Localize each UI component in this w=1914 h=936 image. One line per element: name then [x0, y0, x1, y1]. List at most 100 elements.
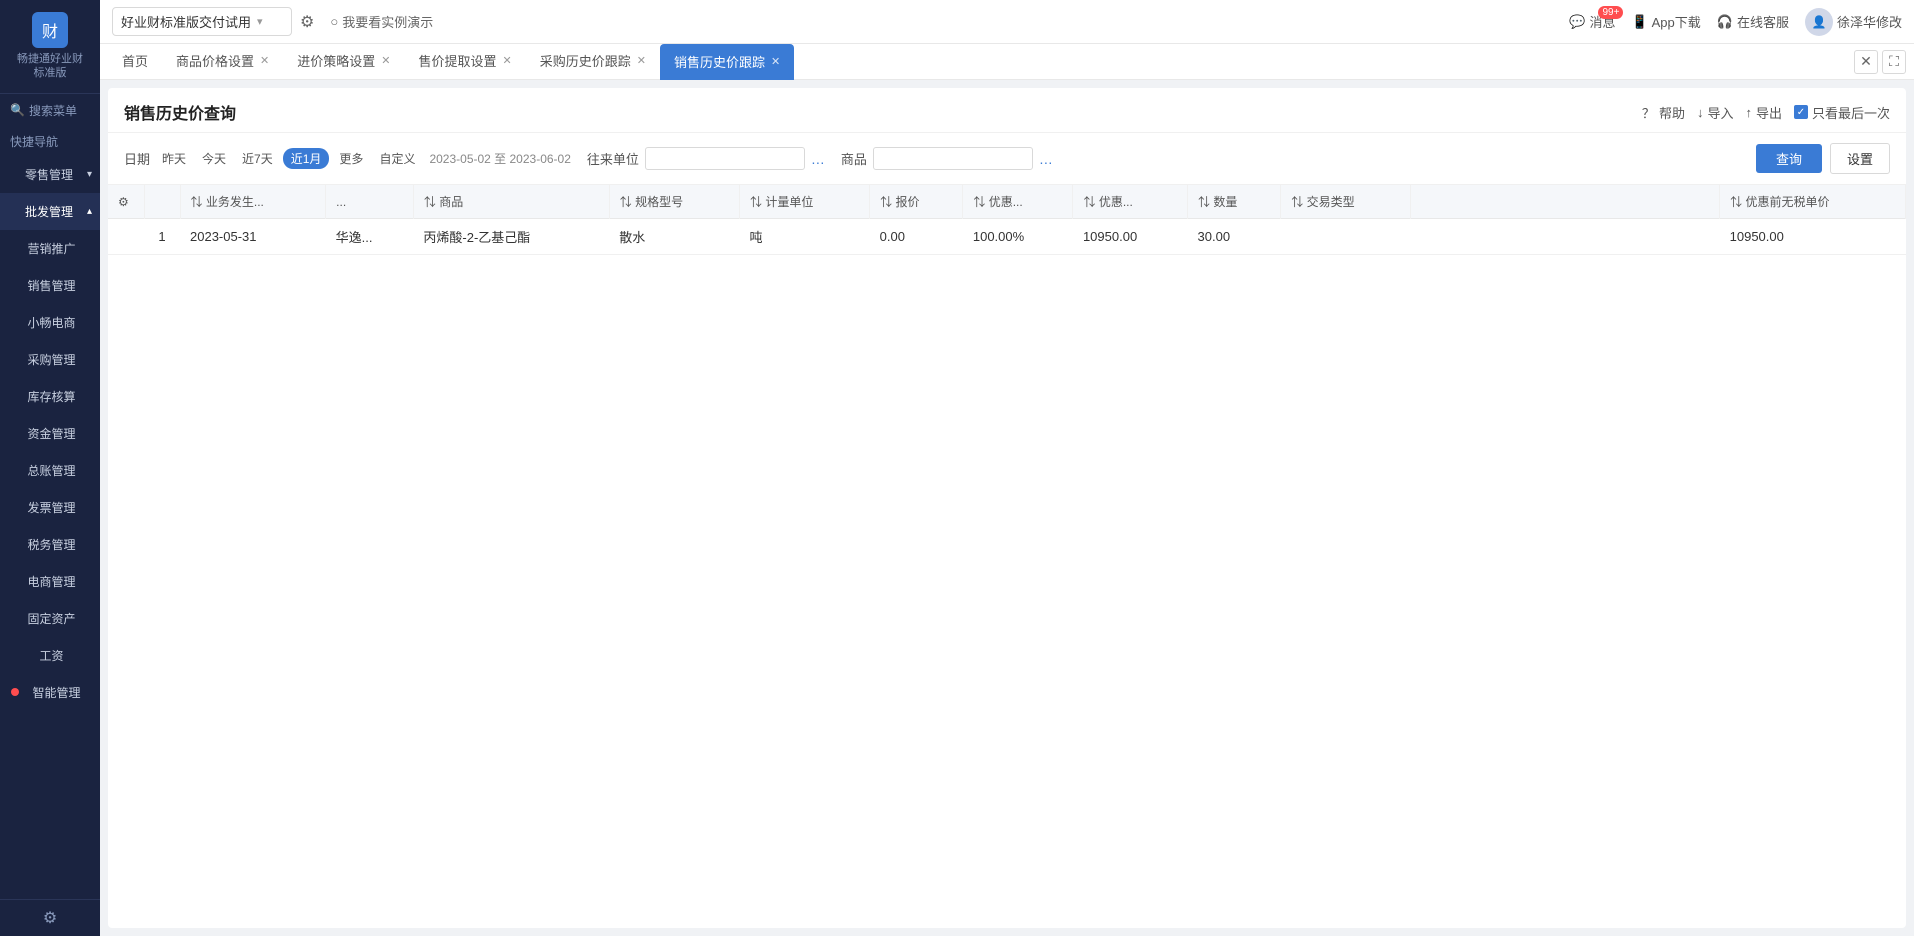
sidebar-item-inventory[interactable]: 库存核算 — [0, 378, 100, 415]
date-btn-custom[interactable]: 自定义 — [373, 148, 421, 169]
row-more-col: 华逸... — [326, 219, 414, 255]
row-price: 0.00 — [870, 219, 963, 255]
table-container: ⚙ ⇅ 业务发生... ... ⇅ 商品 — [108, 185, 1906, 928]
chevron-down-icon: ▾ — [87, 169, 92, 180]
message-icon: 💬 — [1569, 14, 1585, 30]
sort-icon: ⇅ — [620, 195, 632, 209]
settings-button[interactable]: 设置 — [1830, 143, 1890, 174]
col-settings-icon: ⚙ — [118, 195, 129, 209]
product-input[interactable] — [873, 147, 1033, 170]
data-table: ⚙ ⇅ 业务发生... ... ⇅ 商品 — [108, 185, 1906, 255]
source-label: 往来单位 — [587, 149, 639, 168]
demo-link[interactable]: ○ 我要看实例演示 — [330, 12, 433, 31]
tab-sale-history[interactable]: 销售历史价跟踪 ✕ — [660, 44, 794, 80]
page-header: 销售历史价查询 ？ 帮助 ↓ 导入 ↑ 导出 ✓ 只看最后一次 — [108, 88, 1906, 133]
tab-purchase-strategy[interactable]: 进价策略设置 ✕ — [283, 44, 404, 80]
date-btn-last7[interactable]: 近7天 — [236, 148, 279, 169]
date-btn-last1m[interactable]: 近1月 — [283, 148, 330, 169]
col-price[interactable]: ⇅ 报价 — [870, 185, 963, 219]
chevron-down-icon: ▾ — [257, 15, 263, 28]
row-business-date: 2023-05-31 — [180, 219, 326, 255]
sidebar-item-smart[interactable]: 智能管理 — [0, 674, 100, 711]
row-spacer — [1411, 219, 1720, 255]
date-filter-group: 日期 昨天 今天 近7天 近1月 更多 自定义 2023-05-02 至 202… — [124, 148, 571, 169]
user-menu[interactable]: 👤 徐泽华修改 — [1805, 8, 1902, 36]
tab-close-product-price[interactable]: ✕ — [260, 54, 269, 67]
sidebar-item-invoice[interactable]: 发票管理 — [0, 489, 100, 526]
sidebar-item-general[interactable]: 总账管理 — [0, 452, 100, 489]
sidebar-item-retail[interactable]: 零售管理 ▾ — [0, 156, 100, 193]
sidebar: 财 畅捷通好业财标准版 🔍 搜索菜单 快捷导航 零售管理 ▾ 批发管理 ▴ 营销… — [0, 0, 100, 936]
col-trade-type[interactable]: ⇅ 交易类型 — [1281, 185, 1411, 219]
query-button[interactable]: 查询 — [1756, 144, 1822, 173]
sidebar-item-fixed[interactable]: 固定资产 — [0, 600, 100, 637]
online-service-btn[interactable]: 🎧 在线客服 — [1717, 12, 1789, 31]
source-picker-btn[interactable]: … — [811, 151, 825, 167]
tab-close-sale-history[interactable]: ✕ — [771, 55, 780, 68]
tab-home[interactable]: 首页 — [108, 44, 162, 80]
app-download-btn[interactable]: 📱 App下载 — [1631, 12, 1700, 31]
sort-icon: ⇅ — [750, 195, 762, 209]
tab-maximize-btn[interactable]: ⛶ — [1882, 50, 1906, 74]
tab-close-sale-extract[interactable]: ✕ — [503, 54, 512, 67]
tab-close-window-btn[interactable]: ✕ — [1854, 50, 1878, 74]
export-icon: ↑ — [1745, 105, 1752, 120]
sidebar-item-wholesale[interactable]: 批发管理 ▴ — [0, 193, 100, 230]
tab-close-purchase-history[interactable]: ✕ — [637, 54, 646, 67]
settings-icon[interactable]: ⚙ — [43, 908, 57, 928]
col-discount2[interactable]: ⇅ 优惠... — [1073, 185, 1188, 219]
col-spacer — [1411, 185, 1720, 219]
sidebar-quicknav[interactable]: 快捷导航 — [0, 127, 100, 156]
product-picker-btn[interactable]: … — [1039, 151, 1053, 167]
import-btn[interactable]: ↓ 导入 — [1697, 103, 1734, 122]
row-discount1: 100.00% — [963, 219, 1073, 255]
messages-btn[interactable]: 💬 消息 99+ — [1569, 12, 1615, 31]
col-settings[interactable]: ⚙ — [108, 185, 144, 219]
date-btn-more[interactable]: 更多 — [333, 148, 369, 169]
col-business-date[interactable]: ⇅ 业务发生... — [180, 185, 326, 219]
row-spec: 散水 — [609, 219, 739, 255]
chevron-up-icon: ▴ — [87, 206, 92, 217]
company-selector[interactable]: 好业财标准版交付试用 ▾ — [112, 7, 292, 36]
tab-product-price[interactable]: 商品价格设置 ✕ — [162, 44, 283, 80]
row-unit: 吨 — [739, 219, 869, 255]
table-header-row: ⚙ ⇅ 业务发生... ... ⇅ 商品 — [108, 185, 1906, 219]
logo-icon: 财 — [32, 12, 68, 48]
tab-close-purchase-strategy[interactable]: ✕ — [381, 54, 390, 67]
col-unit[interactable]: ⇅ 计量单位 — [739, 185, 869, 219]
sidebar-item-finance[interactable]: 资金管理 — [0, 415, 100, 452]
sidebar-item-marketing[interactable]: 营销推广 — [0, 230, 100, 267]
col-spec[interactable]: ⇅ 规格型号 — [609, 185, 739, 219]
sidebar-item-ecommerce[interactable]: 小畅电商 — [0, 304, 100, 341]
help-btn[interactable]: ？ 帮助 — [1642, 103, 1685, 122]
sidebar-item-sales[interactable]: 销售管理 — [0, 267, 100, 304]
message-badge: 99+ — [1598, 6, 1623, 19]
source-filter-group: 往来单位 … — [587, 147, 825, 170]
checkbox-checked-icon: ✓ — [1794, 105, 1808, 119]
row-num: 1 — [144, 219, 180, 255]
topbar-settings-icon[interactable]: ⚙ — [300, 12, 314, 32]
only-last-checkbox[interactable]: ✓ 只看最后一次 — [1794, 103, 1890, 122]
date-label: 日期 — [124, 149, 150, 168]
sidebar-item-purchase[interactable]: 采购管理 — [0, 341, 100, 378]
source-input[interactable] — [645, 147, 805, 170]
date-btn-today[interactable]: 今天 — [196, 148, 232, 169]
col-product[interactable]: ⇅ 商品 — [413, 185, 609, 219]
sidebar-search[interactable]: 🔍 搜索菜单 — [0, 94, 100, 127]
tab-sale-extract[interactable]: 售价提取设置 ✕ — [404, 44, 525, 80]
row-pretax-price: 10950.00 — [1720, 219, 1906, 255]
sidebar-item-salary[interactable]: 工资 — [0, 637, 100, 674]
col-qty[interactable]: ⇅ 数量 — [1188, 185, 1281, 219]
tab-purchase-history[interactable]: 采购历史价跟踪 ✕ — [526, 44, 660, 80]
sidebar-item-tax[interactable]: 税务管理 — [0, 526, 100, 563]
export-btn[interactable]: ↑ 导出 — [1745, 103, 1782, 122]
col-pretax-price[interactable]: ⇅ 优惠前无税单价 — [1720, 185, 1906, 219]
sidebar-item-ec[interactable]: 电商管理 — [0, 563, 100, 600]
table-body: 1 2023-05-31 华逸... 丙烯酸-2-乙基己酯 散水 吨 0.00 … — [108, 219, 1906, 255]
topbar: 好业财标准版交付试用 ▾ ⚙ ○ 我要看实例演示 💬 消息 99+ 📱 App下… — [100, 0, 1914, 44]
date-range-display: 2023-05-02 至 2023-06-02 — [429, 150, 570, 167]
col-more[interactable]: ... — [326, 185, 414, 219]
date-btn-yesterday[interactable]: 昨天 — [156, 148, 192, 169]
date-quick-btns: 昨天 今天 近7天 近1月 更多 自定义 — [156, 148, 421, 169]
col-discount1[interactable]: ⇅ 优惠... — [963, 185, 1073, 219]
